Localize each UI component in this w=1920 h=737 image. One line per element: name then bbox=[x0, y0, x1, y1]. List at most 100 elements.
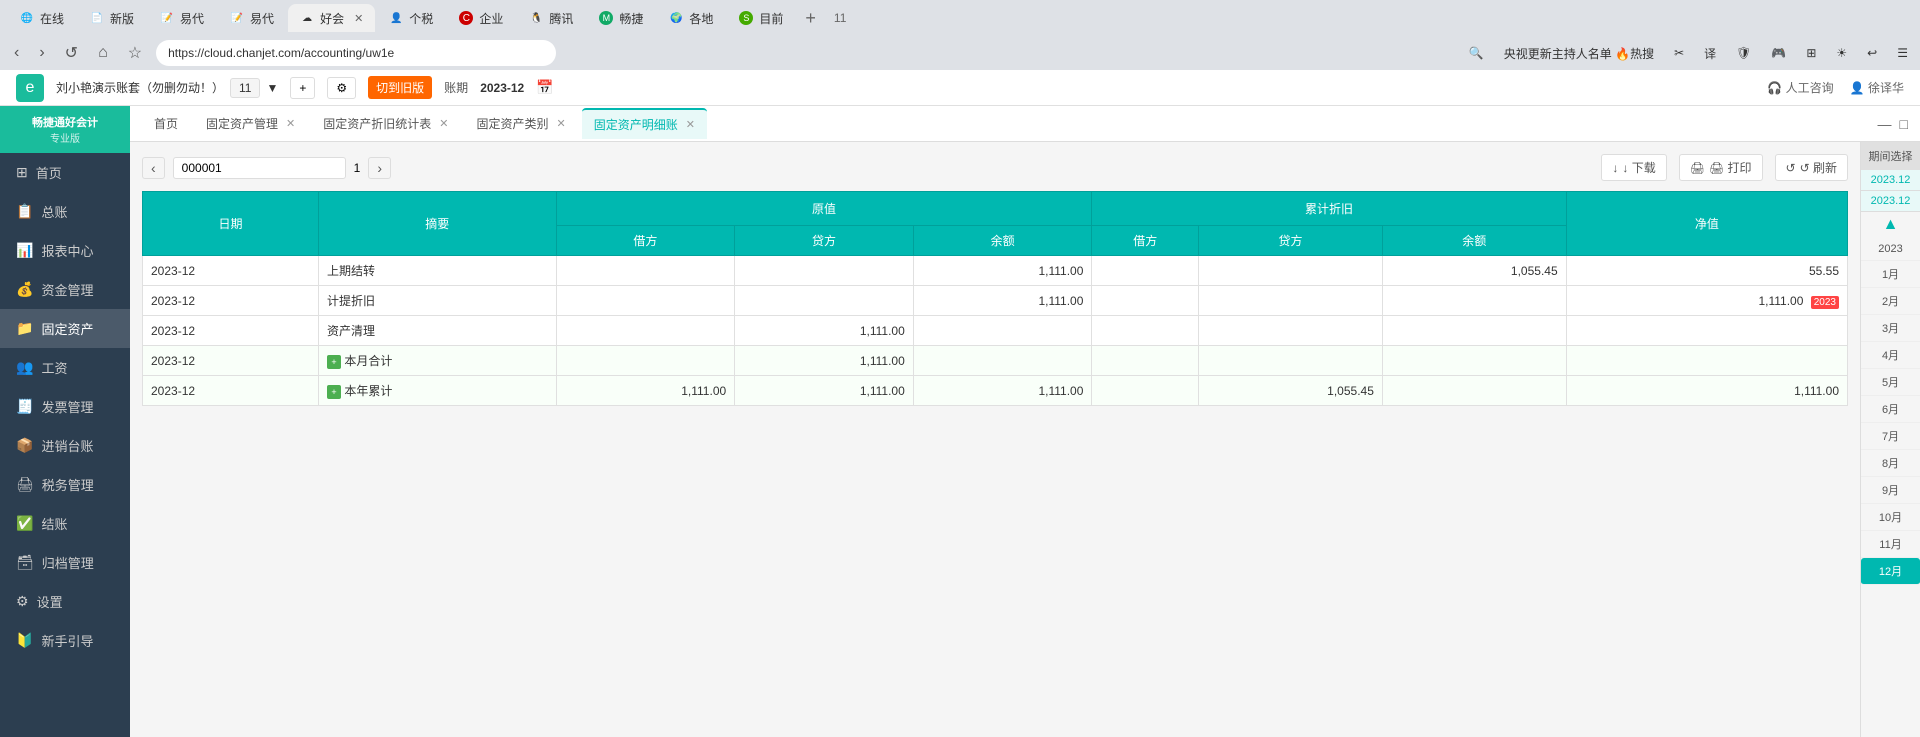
sidebar-item-guide[interactable]: 🔰 新手引导 bbox=[0, 621, 130, 660]
tab-changjie[interactable]: M 畅捷 bbox=[587, 4, 655, 32]
row-accum-debit bbox=[1092, 346, 1199, 376]
tab-gedi[interactable]: 🌍 各地 bbox=[657, 4, 725, 32]
shield-icon[interactable]: 🛡 bbox=[1732, 44, 1755, 62]
tab-close-fixed-mgmt[interactable]: ✕ bbox=[286, 117, 295, 130]
month-4[interactable]: 4月 bbox=[1861, 342, 1920, 369]
month-6[interactable]: 6月 bbox=[1861, 396, 1920, 423]
sidebar-item-fund[interactable]: 💰 资金管理 bbox=[0, 270, 130, 309]
refresh-ledger-btn[interactable]: ↺ ↺ 刷新 bbox=[1775, 154, 1848, 181]
tab-favicon: ☁ bbox=[300, 11, 314, 25]
bookmark-button[interactable]: ☆ bbox=[122, 41, 148, 65]
grid-icon[interactable]: ⊞ bbox=[1802, 44, 1820, 62]
sidebar-item-settings[interactable]: ⚙ 设置 bbox=[0, 582, 130, 621]
row-orig-credit bbox=[735, 256, 914, 286]
sidebar-item-ledger[interactable]: 📋 总账 bbox=[0, 192, 130, 231]
company-badge: 11 bbox=[230, 78, 260, 98]
forward-button[interactable]: › bbox=[33, 42, 50, 64]
settings-icon-btn[interactable]: ⚙ bbox=[327, 77, 356, 99]
tab-bar: 🌐 在线 📄 新版 📝 易代 📝 易代 ☁ 好会 ✕ 👤 个税 C 企业 bbox=[0, 0, 1920, 36]
settle-icon: ✅ bbox=[16, 515, 33, 532]
tab-close-detail[interactable]: ✕ bbox=[686, 118, 695, 131]
tab-fixed-detail[interactable]: 固定资产明细账 ✕ bbox=[582, 108, 707, 139]
calendar-icon[interactable]: 📅 bbox=[536, 79, 553, 96]
month-11[interactable]: 11月 bbox=[1861, 531, 1920, 558]
tab-favicon: S bbox=[739, 11, 753, 25]
month-12[interactable]: 12月 bbox=[1861, 558, 1920, 585]
maximize-tab-btn[interactable]: □ bbox=[1900, 116, 1908, 132]
row-date: 2023-12 bbox=[143, 256, 319, 286]
month-2[interactable]: 2月 bbox=[1861, 288, 1920, 315]
month-3[interactable]: 3月 bbox=[1861, 315, 1920, 342]
sidebar-item-home[interactable]: ⊞ 首页 bbox=[0, 153, 130, 192]
menu-icon[interactable]: ☰ bbox=[1893, 44, 1912, 62]
purchase-icon: 📦 bbox=[16, 437, 33, 454]
print-btn[interactable]: 🖨 🖨 打印 bbox=[1679, 154, 1763, 181]
header-date: 日期 bbox=[143, 192, 319, 256]
switch-version-btn[interactable]: 切到旧版 bbox=[368, 76, 432, 99]
translate-icon[interactable]: 译 bbox=[1700, 43, 1720, 64]
tab-count-badge: 11 bbox=[826, 11, 854, 25]
home-icon: ⊞ bbox=[16, 164, 28, 181]
back-button[interactable]: ‹ bbox=[8, 42, 25, 64]
prev-account-btn[interactable]: ‹ bbox=[142, 157, 165, 179]
sidebar-item-invoice[interactable]: 🧾 发票管理 bbox=[0, 387, 130, 426]
month-9[interactable]: 9月 bbox=[1861, 477, 1920, 504]
user-btn[interactable]: 👤 徐译华 bbox=[1850, 79, 1904, 96]
minimize-tab-btn[interactable]: — bbox=[1878, 116, 1892, 132]
download-btn[interactable]: ↓ ↓ 下载 bbox=[1601, 154, 1666, 181]
period-selected-end[interactable]: 2023.12 bbox=[1861, 191, 1920, 212]
fund-icon: 💰 bbox=[16, 281, 33, 298]
tab-new[interactable]: 📄 新版 bbox=[78, 4, 146, 32]
tab-qiye[interactable]: C 企业 bbox=[447, 4, 515, 32]
month-7[interactable]: 7月 bbox=[1861, 423, 1920, 450]
download-icon: ↓ bbox=[1612, 161, 1618, 175]
tab-fixed-category[interactable]: 固定资产类别 ✕ bbox=[464, 109, 577, 138]
tab-haokuai[interactable]: ☁ 好会 ✕ bbox=[288, 4, 375, 32]
sidebar-item-settle[interactable]: ✅ 结账 bbox=[0, 504, 130, 543]
month-1[interactable]: 1月 bbox=[1861, 261, 1920, 288]
sidebar-item-fixed[interactable]: 📁 固定资产 bbox=[0, 309, 130, 348]
row-net bbox=[1566, 316, 1847, 346]
period-selected-start[interactable]: 2023.12 bbox=[1861, 170, 1920, 191]
account-code-input[interactable] bbox=[173, 157, 346, 179]
sidebar-item-tax[interactable]: 🖨 税务管理 bbox=[0, 465, 130, 504]
new-tab-button[interactable]: + bbox=[797, 8, 824, 29]
tab-favicon: 📝 bbox=[230, 11, 244, 25]
row-orig-debit bbox=[556, 346, 735, 376]
sidebar-item-report[interactable]: 📊 报表中心 bbox=[0, 231, 130, 270]
help-btn[interactable]: 🎧 人工咨询 bbox=[1767, 79, 1833, 96]
undo-icon[interactable]: ↩ bbox=[1863, 44, 1881, 62]
home-button[interactable]: ⌂ bbox=[92, 42, 114, 64]
month-10[interactable]: 10月 bbox=[1861, 504, 1920, 531]
sun-icon[interactable]: ☀ bbox=[1832, 44, 1851, 62]
tab-close-category[interactable]: ✕ bbox=[557, 117, 566, 130]
tab-yidai2[interactable]: 📝 易代 bbox=[218, 4, 286, 32]
scroll-up-btn[interactable]: ▲ bbox=[1861, 212, 1920, 238]
tab-home[interactable]: 首页 bbox=[142, 109, 190, 138]
sidebar-item-archive[interactable]: 🗃 归档管理 bbox=[0, 543, 130, 582]
browser-chrome: 🌐 在线 📄 新版 📝 易代 📝 易代 ☁ 好会 ✕ 👤 个税 C 企业 bbox=[0, 0, 1920, 70]
tab-yidai1[interactable]: 📝 易代 bbox=[148, 4, 216, 32]
month-8[interactable]: 8月 bbox=[1861, 450, 1920, 477]
row-accum-balance: 1,055.45 bbox=[1382, 256, 1566, 286]
add-company-button[interactable]: + bbox=[290, 77, 315, 99]
tab-online[interactable]: 🌐 在线 bbox=[8, 4, 76, 32]
sidebar-item-payroll[interactable]: 👥 工资 bbox=[0, 348, 130, 387]
refresh-button[interactable]: ↺ bbox=[59, 41, 84, 65]
next-account-btn[interactable]: › bbox=[368, 157, 391, 179]
cut-icon[interactable]: ✂ bbox=[1670, 44, 1688, 62]
row-orig-debit bbox=[556, 316, 735, 346]
logo-text: 畅捷通好会计 bbox=[8, 114, 122, 130]
address-input[interactable] bbox=[156, 40, 556, 66]
tab-tencent[interactable]: 🐧 腾讯 bbox=[517, 4, 585, 32]
company-selector[interactable]: 刘小艳演示账套（勿删勿动！） 11 ▼ bbox=[56, 78, 278, 98]
sidebar-item-purchase[interactable]: 📦 进销台账 bbox=[0, 426, 130, 465]
tab-geshui[interactable]: 👤 个税 bbox=[377, 4, 445, 32]
tab-fixed-mgmt[interactable]: 固定资产管理 ✕ bbox=[194, 109, 307, 138]
tab-fixed-depreciation[interactable]: 固定资产折旧统计表 ✕ bbox=[311, 109, 460, 138]
tab-muqian[interactable]: S 目前 bbox=[727, 4, 795, 32]
game-icon[interactable]: 🎮 bbox=[1767, 44, 1790, 62]
month-5[interactable]: 5月 bbox=[1861, 369, 1920, 396]
tab-close-depreciation[interactable]: ✕ bbox=[439, 117, 448, 130]
tab-close-icon[interactable]: ✕ bbox=[354, 12, 363, 25]
